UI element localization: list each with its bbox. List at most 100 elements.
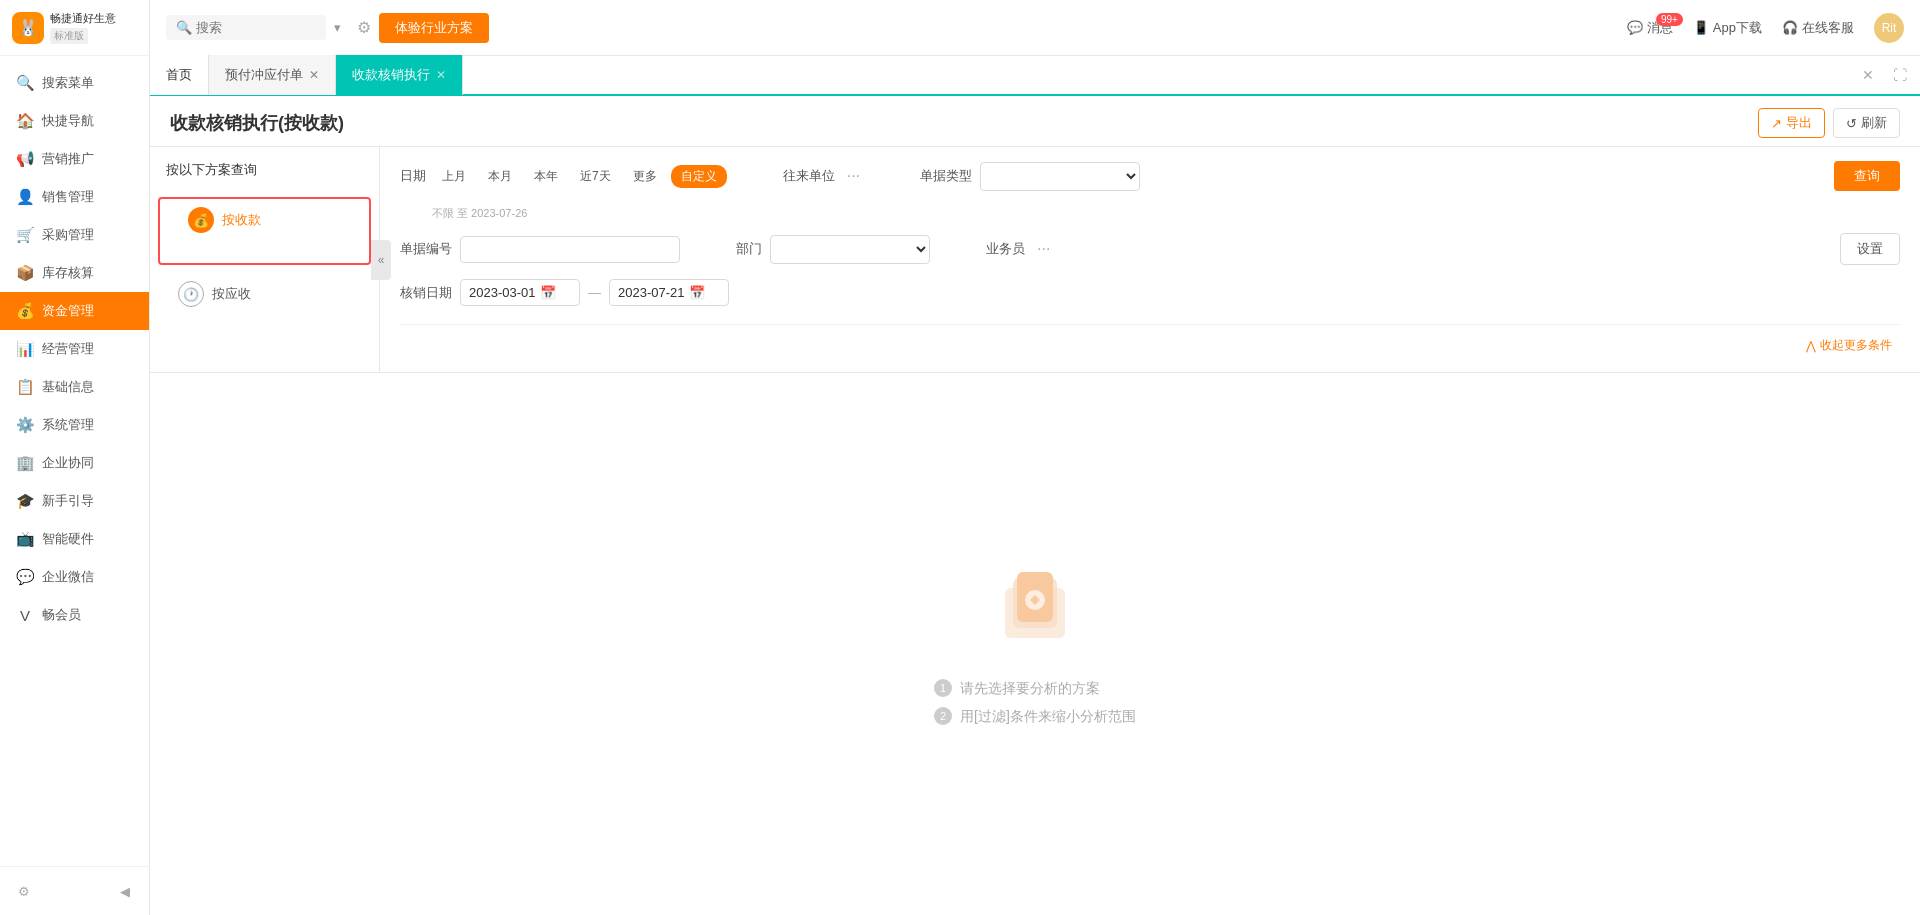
- staff-label: 业务员: [986, 240, 1025, 258]
- docnum-label: 单据编号: [400, 240, 452, 258]
- service-label: 在线客服: [1802, 19, 1854, 37]
- date-hint: 不限 至 2023-07-26: [432, 207, 527, 219]
- writeoff-date-label: 核销日期: [400, 284, 452, 302]
- filter-area: 按以下方案查询 💰 按收款 🕐 按应收 «: [150, 147, 1920, 373]
- sidebar-item-finance[interactable]: 💰资金管理: [0, 292, 149, 330]
- collapse-more-button[interactable]: ⋀ 收起更多条件: [1798, 333, 1900, 358]
- collapse-icon: ⋀: [1806, 339, 1816, 353]
- online-service-button[interactable]: 🎧 在线客服: [1782, 19, 1854, 37]
- sidebar-item-enterprise[interactable]: 🏢企业协同: [0, 444, 149, 482]
- counterparty-label: 往来单位: [783, 167, 835, 185]
- tip-num-1: 1: [934, 679, 952, 697]
- writeoff-date-field: 核销日期 2023-03-01 📅 — 2023-07-21 📅: [400, 279, 729, 306]
- user-avatar[interactable]: Rit: [1874, 13, 1904, 43]
- collapse-sidebar-icon[interactable]: ◀: [111, 877, 139, 905]
- sidebar-item-guide[interactable]: 🎓新手引导: [0, 482, 149, 520]
- message-button[interactable]: 💬 消息 99+: [1627, 19, 1673, 37]
- sidebar-item-purchase[interactable]: 🛒采购管理: [0, 216, 149, 254]
- date-this-year[interactable]: 本年: [526, 165, 566, 188]
- page-header: 收款核销执行(按收款) ↗ 导出 ↺ 刷新: [150, 96, 1920, 147]
- sidebar-item-basic[interactable]: 📋基础信息: [0, 368, 149, 406]
- date-last-month[interactable]: 上月: [434, 165, 474, 188]
- date-more[interactable]: 更多: [625, 165, 665, 188]
- sidebar-nav: 🔍搜索菜单🏠快捷导航📢营销推广👤销售管理🛒采购管理📦库存核算💰资金管理📊经营管理…: [0, 56, 149, 866]
- sidebar-item-inventory[interactable]: 📦库存核算: [0, 254, 149, 292]
- nav-icon-quicknav: 🏠: [16, 112, 34, 130]
- logo: 🐰 畅捷通好生意 标准版: [0, 0, 149, 56]
- topbar-search[interactable]: 🔍: [166, 15, 326, 40]
- tab-receipt-writeoff[interactable]: 收款核销执行 ✕: [336, 55, 463, 95]
- tab-receipt-writeoff-close-icon[interactable]: ✕: [436, 68, 446, 82]
- settings-icon[interactable]: ⚙: [10, 877, 38, 905]
- dept-select[interactable]: [770, 235, 930, 264]
- filter-selected-box: 💰 按收款: [158, 197, 371, 265]
- solution-button[interactable]: 体验行业方案: [379, 13, 489, 43]
- filter-row-1: 日期 上月 本月 本年 近7天 更多 自定义: [400, 161, 1900, 191]
- filter-option-by-receipt[interactable]: 💰 按收款: [176, 199, 353, 241]
- sidebar: 🐰 畅捷通好生意 标准版 🔍搜索菜单🏠快捷导航📢营销推广👤销售管理🛒采购管理📦库…: [0, 0, 150, 915]
- sidebar-item-member[interactable]: V畅会员: [0, 596, 149, 634]
- query-button[interactable]: 查询: [1834, 161, 1900, 191]
- sidebar-item-system[interactable]: ⚙️系统管理: [0, 406, 149, 444]
- date-last-7days[interactable]: 近7天: [572, 165, 619, 188]
- tip-text-2: 用[过滤]条件来缩小分析范围: [960, 702, 1136, 730]
- nav-icon-marketing: 📢: [16, 150, 34, 168]
- filter-options-2: 🕐 按应收: [150, 273, 379, 337]
- filter-options: 💰 按收款: [160, 199, 369, 263]
- calendar-start-icon[interactable]: 📅: [540, 285, 556, 300]
- topbar-gear-icon[interactable]: ⚙: [349, 13, 379, 43]
- filter-panel-collapse-icon: «: [378, 253, 385, 267]
- sidebar-bottom: ⚙ ◀: [0, 866, 149, 915]
- staff-dots[interactable]: ···: [1033, 240, 1054, 258]
- calendar-end-icon[interactable]: 📅: [689, 285, 705, 300]
- sidebar-item-hardware[interactable]: 📺智能硬件: [0, 520, 149, 558]
- sidebar-item-wechat[interactable]: 💬企业微信: [0, 558, 149, 596]
- export-button[interactable]: ↗ 导出: [1758, 108, 1825, 138]
- tab-expand-icon[interactable]: ⛶: [1888, 63, 1912, 87]
- sidebar-item-quicknav[interactable]: 🏠快捷导航: [0, 102, 149, 140]
- content-area: 收款核销执行(按收款) ↗ 导出 ↺ 刷新 按以下方案查询: [150, 96, 1920, 915]
- app-download-button[interactable]: 📱 App下载: [1693, 19, 1762, 37]
- nav-icon-guide: 🎓: [16, 492, 34, 510]
- logo-name: 畅捷通好生意: [50, 11, 116, 25]
- settings-button[interactable]: 设置: [1840, 233, 1900, 265]
- nav-icon-enterprise: 🏢: [16, 454, 34, 472]
- page-actions: ↗ 导出 ↺ 刷新: [1758, 108, 1900, 138]
- writeoff-date-end-value: 2023-07-21: [618, 285, 685, 300]
- search-input[interactable]: [196, 20, 306, 35]
- nav-icon-system: ⚙️: [16, 416, 34, 434]
- nav-icon-search: 🔍: [16, 74, 34, 92]
- filter-row-2: 单据编号 部门 业务员 ···: [400, 233, 1900, 265]
- sidebar-item-search[interactable]: 🔍搜索菜单: [0, 64, 149, 102]
- counterparty-dots[interactable]: ···: [843, 167, 864, 185]
- doctype-select[interactable]: [980, 162, 1140, 191]
- app-label: App下载: [1713, 19, 1762, 37]
- filter-collapse-row: ⋀ 收起更多条件: [400, 324, 1900, 358]
- date-custom[interactable]: 自定义: [671, 165, 727, 188]
- writeoff-date-end-input[interactable]: 2023-07-21 📅: [609, 279, 729, 306]
- docnum-input[interactable]: [460, 236, 680, 263]
- logo-tag: 标准版: [50, 28, 88, 44]
- filter-option-by-receivable[interactable]: 🕐 按应收: [166, 273, 363, 315]
- writeoff-date-start-input[interactable]: 2023-03-01 📅: [460, 279, 580, 306]
- date-this-month[interactable]: 本月: [480, 165, 520, 188]
- tab-prepay-label: 预付冲应付单: [225, 66, 303, 84]
- filter-panel-toggle[interactable]: «: [371, 240, 391, 280]
- tab-prepay[interactable]: 预付冲应付单 ✕: [209, 55, 336, 95]
- nav-icon-member: V: [16, 606, 34, 624]
- tab-close-all-icon[interactable]: ✕: [1856, 63, 1880, 87]
- tab-home[interactable]: 首页: [150, 55, 209, 95]
- empty-state: 1 请先选择要分析的方案 2 用[过滤]条件来缩小分析范围: [150, 373, 1920, 915]
- tab-prepay-close-icon[interactable]: ✕: [309, 68, 319, 82]
- nav-icon-sales: 👤: [16, 188, 34, 206]
- sidebar-item-marketing[interactable]: 📢营销推广: [0, 140, 149, 178]
- topbar-dropdown-icon[interactable]: ▾: [334, 20, 341, 35]
- collapse-label: 收起更多条件: [1820, 337, 1892, 354]
- refresh-button[interactable]: ↺ 刷新: [1833, 108, 1900, 138]
- sidebar-item-sales[interactable]: 👤销售管理: [0, 178, 149, 216]
- empty-tips: 1 请先选择要分析的方案 2 用[过滤]条件来缩小分析范围: [934, 674, 1136, 730]
- empty-illustration: [985, 558, 1085, 658]
- message-icon: 💬: [1627, 20, 1643, 35]
- filter-panel-title: 按以下方案查询: [150, 147, 379, 189]
- sidebar-item-business[interactable]: 📊经营管理: [0, 330, 149, 368]
